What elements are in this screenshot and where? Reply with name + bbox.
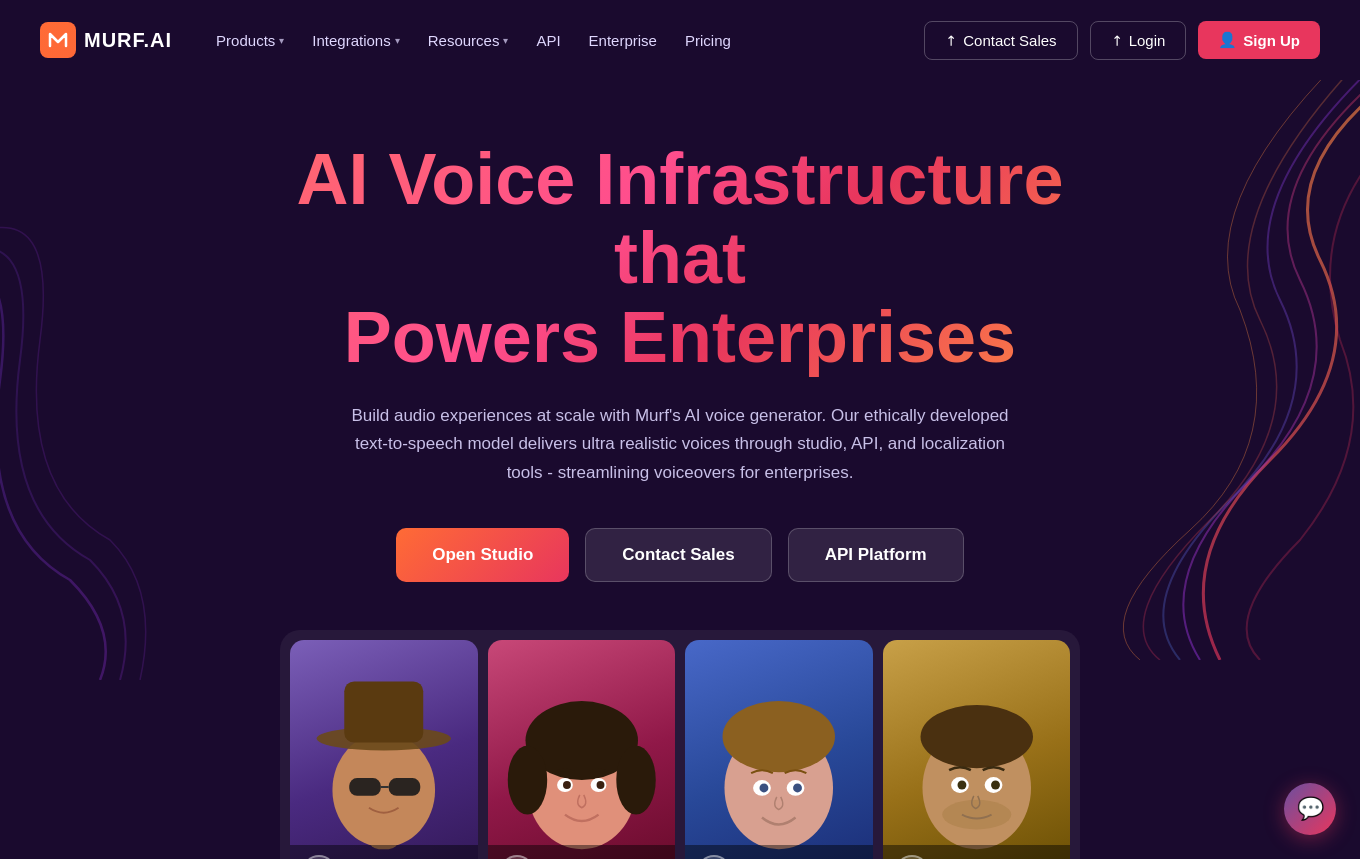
voice-cards-container: American voice Middle-aged [280,630,1080,859]
svg-point-35 [991,781,1000,790]
svg-point-13 [507,746,546,815]
play-button-4[interactable] [895,855,929,859]
svg-point-26 [793,784,802,793]
voice-card-2[interactable]: British voice Young adult [488,640,676,859]
signup-button[interactable]: 👤 Sign Up [1198,21,1320,59]
nav-item-integrations[interactable]: Integrations ▾ [300,24,411,57]
contact-sales-hero-button[interactable]: Contact Sales [585,528,771,582]
nav-item-products[interactable]: Products ▾ [204,24,296,57]
voice-card-info-2: British voice Young adult [488,845,676,859]
cta-buttons: Open Studio Contact Sales API Platform [40,528,1320,582]
play-button-2[interactable] [500,855,534,859]
play-button-3[interactable] [697,855,731,859]
chevron-down-icon: ▾ [503,35,508,46]
user-icon: 👤 [1218,31,1237,49]
svg-point-14 [616,746,655,815]
chat-button[interactable]: 💬 [1284,783,1336,835]
voice-card-info-1: American voice Middle-aged [290,845,478,859]
nav-links: Products ▾ Integrations ▾ Resources ▾ AP… [204,24,743,57]
logo[interactable]: MURF.AI [40,22,172,58]
nav-item-resources[interactable]: Resources ▾ [416,24,521,57]
svg-rect-0 [40,22,76,58]
svg-point-18 [596,781,604,789]
svg-point-17 [563,781,571,789]
svg-rect-5 [344,682,423,743]
svg-point-30 [920,705,1033,768]
hero-section: AI Voice Infrastructure that Powers Ente… [0,80,1360,859]
chat-icon: 💬 [1297,796,1324,822]
svg-point-31 [942,800,1011,830]
hero-title: AI Voice Infrastructure that Powers Ente… [230,140,1130,378]
chevron-down-icon: ▾ [395,35,400,46]
person-avatar-4 [883,640,1071,859]
arrow-icon: ↗ [1107,30,1127,50]
person-avatar-2 [488,640,676,859]
logo-text: MURF.AI [84,29,172,52]
svg-point-34 [957,781,966,790]
svg-rect-7 [389,778,421,796]
voice-card-1[interactable]: American voice Middle-aged [290,640,478,859]
logo-icon [40,22,76,58]
contact-sales-button[interactable]: ↗ Contact Sales [924,21,1077,60]
nav-item-enterprise[interactable]: Enterprise [577,24,669,57]
voice-cards-grid: American voice Middle-aged [290,640,1070,859]
person-avatar-1 [290,640,478,859]
svg-point-22 [723,701,836,772]
svg-point-25 [760,784,769,793]
svg-rect-6 [349,778,381,796]
voice-card-3[interactable]: American voice Young adult [685,640,873,859]
voice-card-4[interactable]: Australian voice Young Adult [883,640,1071,859]
hero-subtitle: Build audio experiences at scale with Mu… [340,402,1020,489]
voice-card-info-4: Australian voice Young Adult [883,845,1071,859]
nav-left: MURF.AI Products ▾ Integrations ▾ Resour… [40,22,743,58]
chevron-down-icon: ▾ [279,35,284,46]
nav-item-pricing[interactable]: Pricing [673,24,743,57]
play-button-1[interactable] [302,855,336,859]
api-platform-button[interactable]: API Platform [788,528,964,582]
person-avatar-3 [685,640,873,859]
arrow-icon: ↗ [941,30,961,50]
login-button[interactable]: ↗ Login [1090,21,1187,60]
open-studio-button[interactable]: Open Studio [396,528,569,582]
voice-card-info-3: American voice Young adult [685,845,873,859]
nav-right: ↗ Contact Sales ↗ Login 👤 Sign Up [924,21,1320,60]
navbar: MURF.AI Products ▾ Integrations ▾ Resour… [0,0,1360,80]
nav-item-api[interactable]: API [524,24,572,57]
